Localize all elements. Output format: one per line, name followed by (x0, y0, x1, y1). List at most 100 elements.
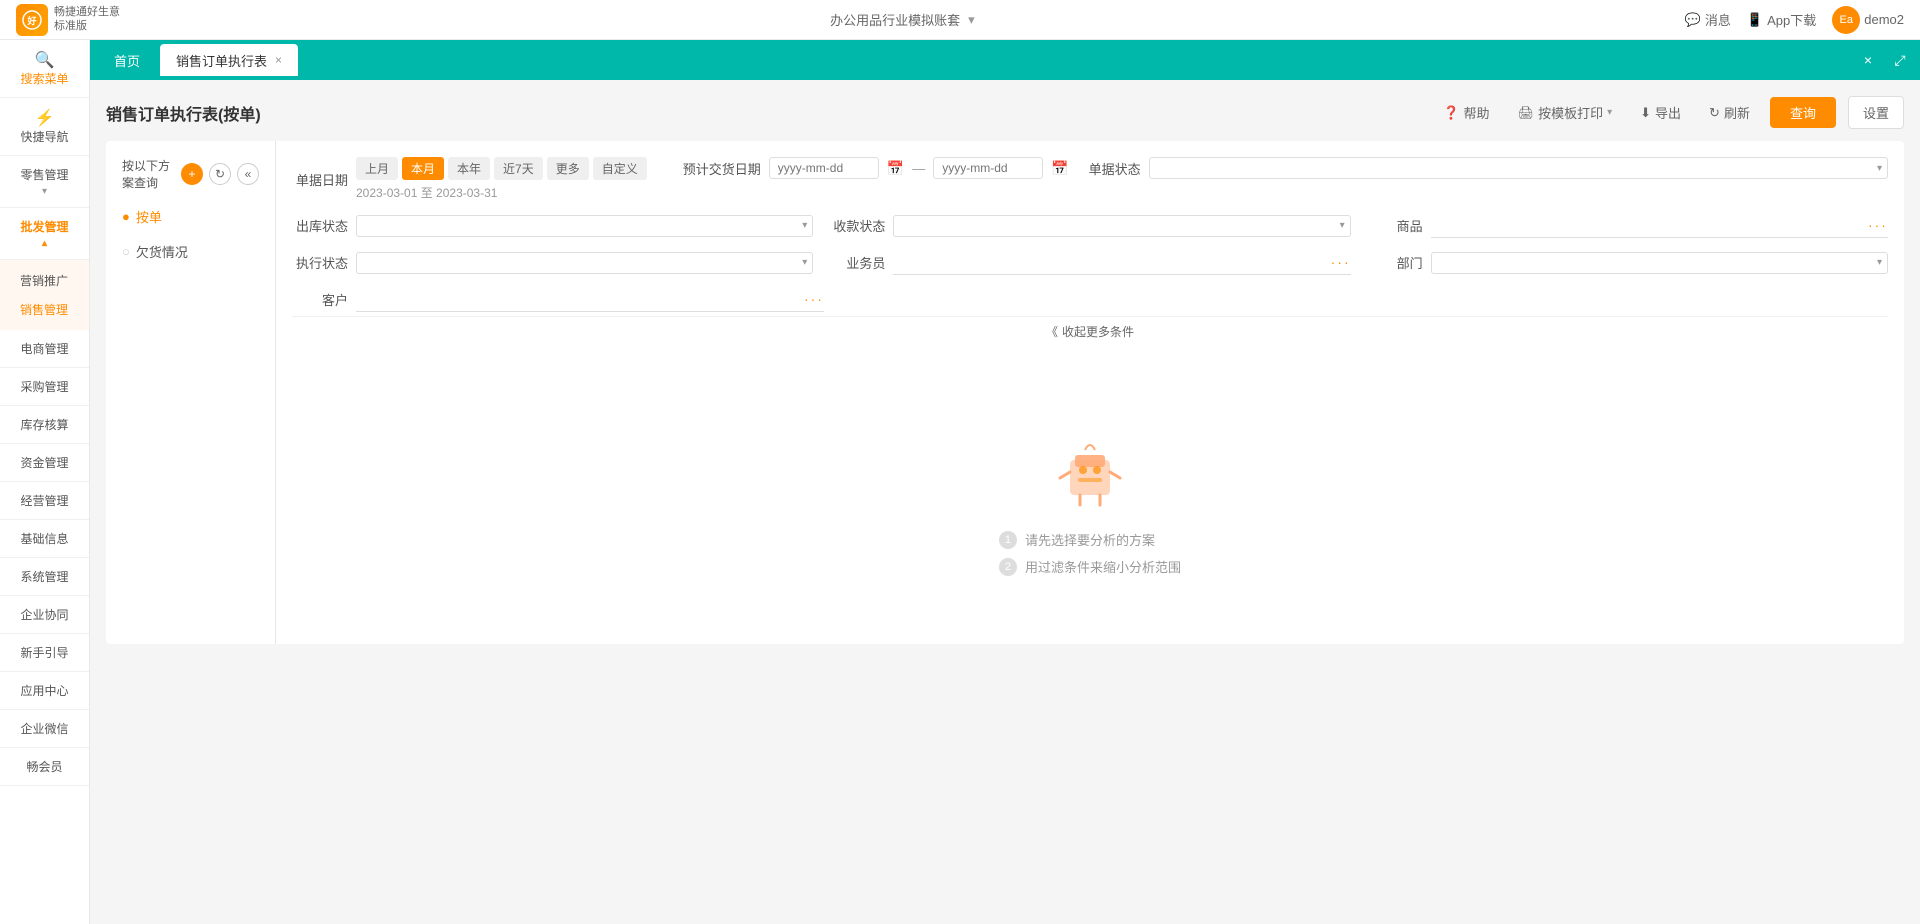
logo-text: 畅捷通好生意 标准版 (54, 6, 120, 32)
left-panel-actions: + ↻ « (181, 163, 259, 185)
payment-status-select[interactable] (893, 215, 1350, 237)
refresh-scheme-btn[interactable]: ↻ (209, 163, 231, 185)
sidebar-item-marketing[interactable]: 营销推广 (12, 266, 77, 295)
sidebar-item-member[interactable]: 畅会员 (0, 748, 89, 786)
date-btn-custom[interactable]: 自定义 (593, 157, 647, 180)
window-expand-btn[interactable]: ⤢ (1888, 48, 1912, 72)
goods-more-btn[interactable]: ··· (1868, 217, 1888, 233)
sidebar-item-purchase[interactable]: 采购管理 (0, 368, 89, 406)
main-layout: 🔍 搜索菜单 ⚡ 快捷导航 零售管理 ▾ 批发管理 ▴ 营销推广 销售管理 电商… (0, 40, 1920, 924)
page-header: 销售订单执行表(按单) ❓ 帮助 🖨 按模板打印 ▾ ⬇ 导出 (106, 96, 1904, 129)
empty-step-2: 2 用过滤条件来缩小分析范围 (999, 557, 1181, 576)
date-btn-7days[interactable]: 近7天 (494, 157, 543, 180)
sidebar-item-finance[interactable]: 资金管理 (0, 444, 89, 482)
print-dropdown-icon: ▾ (1607, 107, 1612, 118)
exec-status-wrap: ▾ (356, 252, 813, 274)
app-download-btn[interactable]: 📱 App下载 (1747, 10, 1816, 29)
status-label: 单据状态 (1085, 159, 1141, 178)
sidebar-item-inventory[interactable]: 库存核算 (0, 406, 89, 444)
topbar-center: 办公用品行业模拟账套 ▾ (830, 10, 975, 29)
left-panel: 按以下方案查询 + ↻ « ● 按单 ○ 欠货情况 (106, 141, 276, 644)
customer-label: 客户 (292, 290, 348, 309)
sidebar-item-search[interactable]: 🔍 搜索菜单 (0, 40, 89, 98)
help-btn[interactable]: ❓ 帮助 (1435, 99, 1497, 126)
delivery-status-wrap: ▾ (356, 215, 813, 237)
query-button[interactable]: 查询 (1770, 97, 1836, 128)
date-btn-thisyear[interactable]: 本年 (448, 157, 490, 180)
collapse-panel-btn[interactable]: « (237, 163, 259, 185)
svg-text:好: 好 (26, 15, 36, 26)
scheme-item-qiankuan[interactable]: ○ 欠货情况 (106, 234, 275, 269)
sidebar-item-wholesale[interactable]: 批发管理 ▴ (0, 208, 89, 260)
dept-label: 部门 (1367, 253, 1423, 272)
topbar: 好 畅捷通好生意 标准版 办公用品行业模拟账套 ▾ 💬 消息 📱 App下载 E… (0, 0, 1920, 40)
sidebar-item-ecom[interactable]: 电商管理 (0, 330, 89, 368)
expected-date-label: 预计交货日期 (683, 159, 761, 178)
content-area: 首页 销售订单执行表 × × ⤢ 销售订单执行表(按单) ❓ 帮助 (90, 40, 1920, 924)
goods-input-area: ··· (1431, 213, 1888, 238)
date-range-text: 2023-03-01 至 2023-03-31 (356, 184, 647, 201)
export-icon: ⬇ (1640, 105, 1651, 121)
nav-dropdown-icon[interactable]: ▾ (968, 12, 975, 28)
user-menu[interactable]: Ea demo2 (1832, 6, 1904, 34)
collapse-filters-btn[interactable]: 《 收起更多条件 (292, 316, 1888, 346)
date-btn-thismonth[interactable]: 本月 (402, 157, 444, 180)
topbar-right: 💬 消息 📱 App下载 Ea demo2 (1685, 6, 1904, 34)
message-btn[interactable]: 💬 消息 (1685, 10, 1731, 29)
sidebar-item-retail[interactable]: 零售管理 ▾ (0, 156, 89, 208)
print-btn[interactable]: 🖨 按模板打印 ▾ (1510, 99, 1621, 126)
logo-area: 好 畅捷通好生意 标准版 (16, 4, 120, 36)
sidebar-item-operation[interactable]: 经营管理 (0, 482, 89, 520)
help-icon: ❓ (1443, 105, 1459, 121)
salesperson-more-btn[interactable]: ··· (1331, 254, 1351, 270)
exec-status-select[interactable] (356, 252, 813, 274)
nav-title: 办公用品行业模拟账套 (830, 10, 960, 29)
exec-status-label: 执行状态 (292, 253, 348, 272)
dept-wrap: ▾ (1431, 252, 1888, 274)
salesperson-label: 业务员 (829, 253, 885, 272)
sidebar-item-basic[interactable]: 基础信息 (0, 520, 89, 558)
sidebar-item-appstore[interactable]: 应用中心 (0, 672, 89, 710)
app-icon: 📱 (1747, 12, 1763, 28)
date-label: 单据日期 (292, 170, 348, 189)
status-select[interactable] (1149, 157, 1888, 179)
expected-date-end[interactable] (933, 157, 1043, 179)
page-title: 销售订单执行表(按单) (106, 101, 261, 125)
scheme-item-ansin[interactable]: ● 按单 (106, 199, 275, 234)
date-btn-more[interactable]: 更多 (547, 157, 589, 180)
left-panel-title: 按以下方案查询 (122, 157, 173, 191)
delivery-status-select[interactable] (356, 215, 813, 237)
status-select-wrap: ▾ (1149, 157, 1888, 179)
step-num-1: 1 (999, 531, 1017, 549)
topbar-left: 好 畅捷通好生意 标准版 (16, 4, 120, 36)
payment-status-wrap: ▾ (893, 215, 1350, 237)
message-icon: 💬 (1685, 12, 1701, 28)
refresh-btn[interactable]: ↻ 刷新 (1701, 99, 1758, 126)
left-panel-header: 按以下方案查询 + ↻ « (106, 149, 275, 199)
settings-button[interactable]: 设置 (1848, 96, 1904, 129)
window-close-btn[interactable]: × (1856, 48, 1880, 72)
dept-select[interactable] (1431, 252, 1888, 274)
main-with-panel: 按以下方案查询 + ↻ « ● 按单 ○ 欠货情况 (106, 141, 1904, 644)
sidebar-item-corp[interactable]: 企业协同 (0, 596, 89, 634)
sidebar-item-corpwx[interactable]: 企业微信 (0, 710, 89, 748)
tab-bar-actions: × ⤢ (1856, 48, 1912, 72)
date-buttons: 上月 本月 本年 近7天 更多 自定义 (356, 157, 647, 180)
customer-more-btn[interactable]: ··· (804, 291, 824, 307)
tab-close-btn[interactable]: × (275, 53, 282, 67)
sidebar-item-sales[interactable]: 销售管理 (12, 295, 77, 324)
wholesale-submenu: 营销推广 销售管理 (0, 260, 89, 330)
expected-date-start[interactable] (769, 157, 879, 179)
sidebar-item-newbie[interactable]: 新手引导 (0, 634, 89, 672)
salesperson-input-area: ··· (893, 250, 1350, 275)
sidebar-item-system[interactable]: 系统管理 (0, 558, 89, 596)
tab-home[interactable]: 首页 (98, 51, 156, 70)
add-scheme-btn[interactable]: + (181, 163, 203, 185)
calendar-icon-start: 📅 (887, 160, 904, 177)
tab-sales-order[interactable]: 销售订单执行表 × (160, 44, 298, 76)
sidebar-item-quicknav[interactable]: ⚡ 快捷导航 (0, 98, 89, 156)
scheme-active-icon: ● (122, 209, 130, 224)
calendar-icon-end: 📅 (1051, 160, 1068, 177)
date-btn-lastmonth[interactable]: 上月 (356, 157, 398, 180)
export-btn[interactable]: ⬇ 导出 (1632, 99, 1689, 126)
